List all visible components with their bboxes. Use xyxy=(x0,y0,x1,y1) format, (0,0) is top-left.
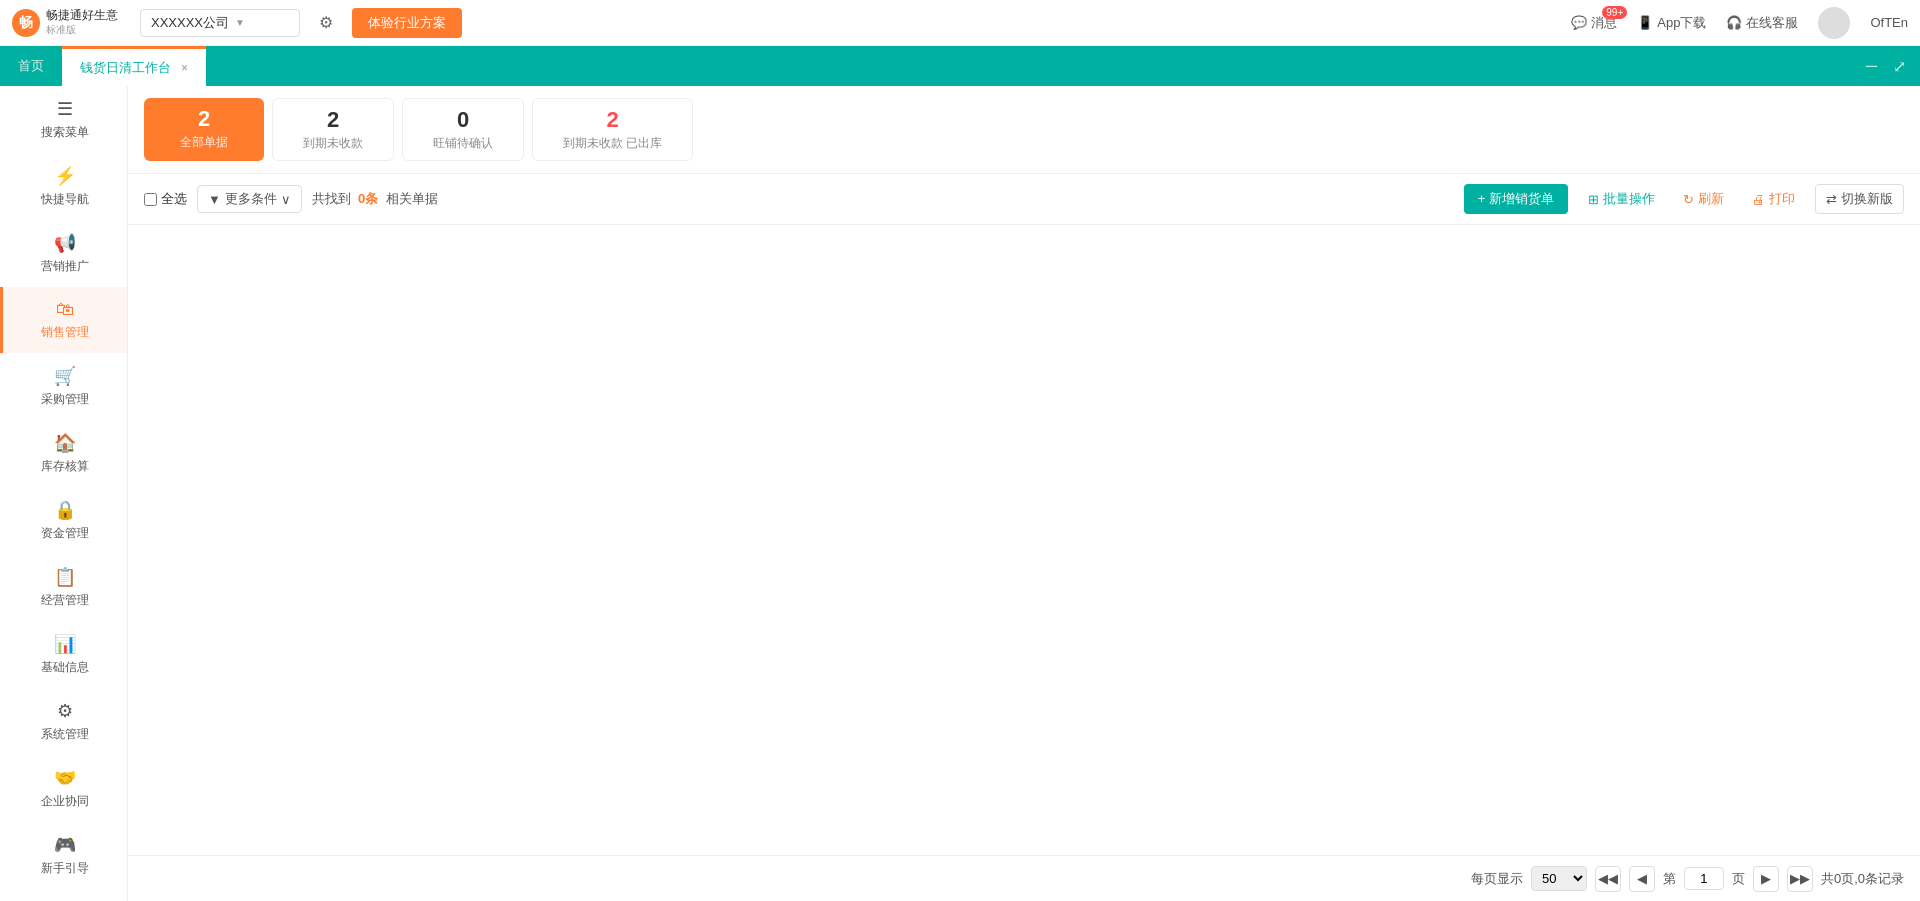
logo-text: 畅捷通好生意 xyxy=(46,8,118,24)
stat-label-overdue: 到期未收款 xyxy=(303,135,363,152)
refresh-icon: ↻ xyxy=(1683,192,1694,207)
sales-icon: 🛍 xyxy=(56,299,74,320)
prev-page-button[interactable]: ◀ xyxy=(1629,866,1655,892)
sidebar-item-sales[interactable]: 🛍 销售管理 xyxy=(0,287,127,353)
inventory-icon: 🏠 xyxy=(54,432,76,454)
stat-label-all: 全部单据 xyxy=(174,134,234,151)
marketing-icon: 📢 xyxy=(54,232,76,254)
operations-icon: 📋 xyxy=(54,566,76,588)
stat-label-shipped: 到期未收款 已出库 xyxy=(563,135,662,152)
logo-icon: 畅 xyxy=(12,9,40,37)
purchase-icon: 🛒 xyxy=(54,365,76,387)
batch-icon: ⊞ xyxy=(1588,192,1599,207)
system-icon: ⚙ xyxy=(57,700,73,722)
new-sale-button[interactable]: + 新增销货单 xyxy=(1464,184,1568,214)
message-badge: 99+ xyxy=(1602,6,1627,19)
header-right: 💬 消息 99+ 📱 App下载 🎧 在线客服 OfTEn xyxy=(1571,7,1908,39)
company-selector[interactable]: XXXXXX公司 ▼ xyxy=(140,9,300,37)
logo-sub: 标准版 xyxy=(46,23,118,37)
print-button[interactable]: 🖨 打印 xyxy=(1744,186,1803,212)
found-count: 0条 xyxy=(358,191,378,206)
refresh-button[interactable]: ↻ 刷新 xyxy=(1675,186,1732,212)
switch-icon: ⇄ xyxy=(1826,192,1837,207)
trial-button[interactable]: 体验行业方案 xyxy=(352,8,462,38)
sidebar-item-inventory[interactable]: 🏠 库存核算 xyxy=(0,420,127,487)
sidebar-item-basic-info[interactable]: 📊 基础信息 xyxy=(0,621,127,688)
switch-version-button[interactable]: ⇄ 切换新版 xyxy=(1815,184,1904,214)
page-number-input[interactable] xyxy=(1684,867,1724,890)
page-suffix: 页 xyxy=(1732,870,1745,888)
sidebar-item-quick-nav[interactable]: ⚡ 快捷导航 xyxy=(0,153,127,220)
stat-number-pending: 0 xyxy=(433,107,493,133)
stat-card-shipped[interactable]: 2 到期未收款 已出库 xyxy=(532,98,693,161)
main-layout: ☰ 搜索菜单 ⚡ 快捷导航 📢 营销推广 🛍 销售管理 🛒 采购管理 🏠 库存核… xyxy=(0,86,1920,901)
tab-expand-button[interactable]: ⤢ xyxy=(1889,53,1910,80)
total-info: 共0页,0条记录 xyxy=(1821,870,1904,888)
settings-button[interactable]: ⚙ xyxy=(310,7,342,39)
page-size-select[interactable]: 50 10 20 100 xyxy=(1531,866,1587,891)
chevron-filter-icon: ∨ xyxy=(281,192,291,207)
message-button[interactable]: 💬 消息 99+ xyxy=(1571,14,1617,32)
stat-card-all[interactable]: 2 全部单据 xyxy=(144,98,264,161)
sidebar-item-search-menu[interactable]: ☰ 搜索菜单 xyxy=(0,86,127,153)
select-all-checkbox[interactable]: 全选 xyxy=(144,190,187,208)
sidebar-item-marketing[interactable]: 📢 营销推广 xyxy=(0,220,127,287)
logo-area: 畅 畅捷通好生意 标准版 xyxy=(12,8,140,38)
table-area xyxy=(128,225,1920,855)
app-download-button[interactable]: 📱 App下载 xyxy=(1637,14,1706,32)
search-menu-icon: ☰ xyxy=(57,98,73,120)
stat-number-overdue: 2 xyxy=(303,107,363,133)
online-service-button[interactable]: 🎧 在线客服 xyxy=(1726,14,1798,32)
stat-label-pending: 旺铺待确认 xyxy=(433,135,493,152)
stat-card-overdue[interactable]: 2 到期未收款 xyxy=(272,98,394,161)
top-header: 畅 畅捷通好生意 标准版 XXXXXX公司 ▼ ⚙ 体验行业方案 💬 消息 99… xyxy=(0,0,1920,46)
tab-close-icon[interactable]: × xyxy=(181,61,188,75)
print-icon: 🖨 xyxy=(1752,192,1765,207)
stat-card-pending[interactable]: 0 旺铺待确认 xyxy=(402,98,524,161)
sidebar-item-purchase[interactable]: 🛒 采购管理 xyxy=(0,353,127,420)
sidebar-item-guide[interactable]: 🎮 新手引导 xyxy=(0,822,127,889)
quick-nav-icon: ⚡ xyxy=(54,165,76,187)
sidebar-item-app-center[interactable]: 📦 应用中心 xyxy=(0,889,127,901)
home-tab[interactable]: 首页 xyxy=(0,46,62,86)
stats-row: 2 全部单据 2 到期未收款 0 旺铺待确认 2 到期未收款 已出库 xyxy=(128,86,1920,174)
sidebar-item-finance[interactable]: 🔒 资金管理 xyxy=(0,487,127,554)
stat-number-shipped: 2 xyxy=(563,107,662,133)
work-tab[interactable]: 钱货日清工作台 × xyxy=(62,46,206,86)
toolbar: 全选 ▼ 更多条件 ∨ 共找到 0条 相关单据 + 新增销货单 ⊞ 批量操作 ↻ xyxy=(128,174,1920,225)
chevron-down-icon: ▼ xyxy=(235,17,245,28)
stat-number-all: 2 xyxy=(174,106,234,132)
tabs-actions: ─ ⤢ xyxy=(1862,53,1920,80)
page-prefix: 第 xyxy=(1663,870,1676,888)
guide-icon: 🎮 xyxy=(54,834,76,856)
avatar-name: OfTEn xyxy=(1870,15,1908,30)
sidebar-item-enterprise-coop[interactable]: 🤝 企业协同 xyxy=(0,755,127,822)
found-text: 共找到 0条 相关单据 xyxy=(312,190,438,208)
service-icon: 🎧 xyxy=(1726,15,1742,30)
batch-op-button[interactable]: ⊞ 批量操作 xyxy=(1580,186,1663,212)
download-icon: 📱 xyxy=(1637,15,1653,30)
sidebar: ☰ 搜索菜单 ⚡ 快捷导航 📢 营销推广 🛍 销售管理 🛒 采购管理 🏠 库存核… xyxy=(0,86,128,901)
sidebar-item-system[interactable]: ⚙ 系统管理 xyxy=(0,688,127,755)
filter-icon: ▼ xyxy=(208,192,221,207)
message-icon: 💬 xyxy=(1571,15,1587,30)
toolbar-right: + 新增销货单 ⊞ 批量操作 ↻ 刷新 🖨 打印 ⇄ 切换新版 xyxy=(1464,184,1904,214)
pagination: 每页显示 50 10 20 100 ◀◀ ◀ 第 页 ▶ ▶▶ 共0页,0条记录 xyxy=(128,855,1920,901)
content-area: 2 全部单据 2 到期未收款 0 旺铺待确认 2 到期未收款 已出库 全选 xyxy=(128,86,1920,901)
tab-minimize-button[interactable]: ─ xyxy=(1862,53,1881,79)
filter-button[interactable]: ▼ 更多条件 ∨ xyxy=(197,185,302,213)
sidebar-item-operations[interactable]: 📋 经营管理 xyxy=(0,554,127,621)
first-page-button[interactable]: ◀◀ xyxy=(1595,866,1621,892)
last-page-button[interactable]: ▶▶ xyxy=(1787,866,1813,892)
finance-icon: 🔒 xyxy=(54,499,76,521)
basic-info-icon: 📊 xyxy=(54,633,76,655)
avatar[interactable] xyxy=(1818,7,1850,39)
gear-icon: ⚙ xyxy=(319,13,333,32)
next-page-button[interactable]: ▶ xyxy=(1753,866,1779,892)
nav-tabs: 首页 钱货日清工作台 × ─ ⤢ xyxy=(0,46,1920,86)
select-all-input[interactable] xyxy=(144,193,157,206)
enterprise-coop-icon: 🤝 xyxy=(54,767,76,789)
company-name: XXXXXX公司 xyxy=(151,14,229,32)
